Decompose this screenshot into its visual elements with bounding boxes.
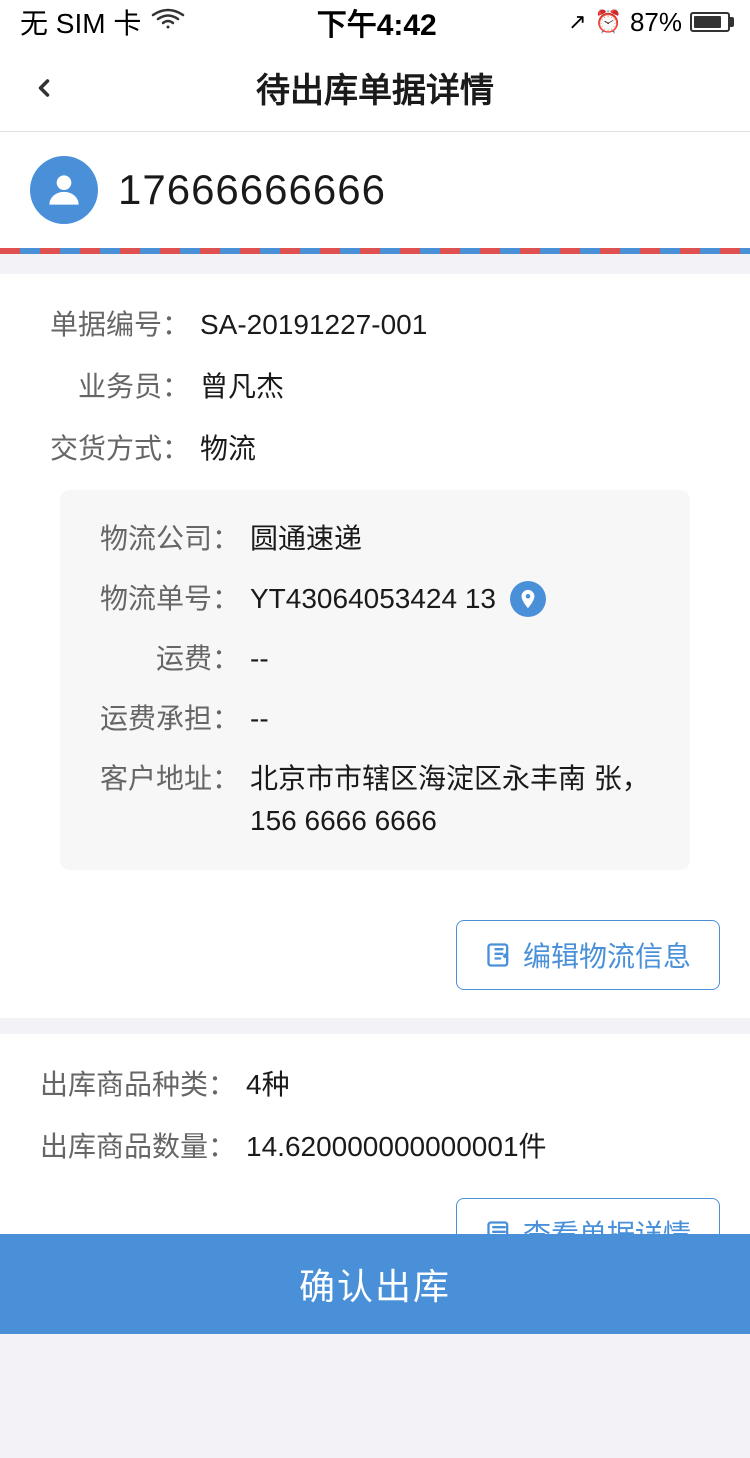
location-service-icon: ↗: [568, 9, 586, 35]
agent-row: 业务员： 曾凡杰: [40, 366, 710, 408]
logistics-tracking-value: YT43064053424 13: [250, 578, 660, 620]
logistics-tracking-label: 物流单号：: [90, 578, 250, 620]
back-button[interactable]: [24, 68, 64, 108]
wifi-icon: [151, 6, 185, 38]
logistics-company-row: 物流公司： 圆通速递: [90, 518, 660, 560]
status-bar: 无 SIM 卡 下午4:42 ↗ ⏰ 87%: [0, 0, 750, 44]
delivery-value: 物流: [200, 428, 710, 470]
edit-logistics-label: 编辑物流信息: [523, 935, 691, 975]
logistics-section: 物流公司： 圆通速递 物流单号： YT43064053424 13 运费： --…: [60, 490, 690, 870]
order-info-section: 单据编号： SA-20191227-001 业务员： 曾凡杰 交货方式： 物流 …: [0, 274, 750, 900]
delivery-label: 交货方式：: [40, 428, 200, 470]
freight-row: 运费： --: [90, 638, 660, 680]
page-title: 待出库单据详情: [256, 63, 494, 112]
delivery-row: 交货方式： 物流: [40, 428, 710, 470]
status-left: 无 SIM 卡: [20, 2, 185, 42]
logistics-company-label: 物流公司：: [90, 518, 250, 560]
product-type-label: 出库商品种类：: [40, 1064, 246, 1106]
logistics-company-value: 圆通速递: [250, 518, 660, 560]
product-quantity-label: 出库商品数量：: [40, 1126, 246, 1168]
nav-bar: 待出库单据详情: [0, 44, 750, 132]
freight-label: 运费：: [90, 638, 250, 680]
product-section: 出库商品种类： 4种 出库商品数量： 14.620000000000001件: [0, 1034, 750, 1188]
product-quantity-row: 出库商品数量： 14.620000000000001件: [40, 1126, 710, 1168]
confirm-button-bar[interactable]: 确认出库: [0, 1234, 750, 1334]
user-header: 17666666666: [0, 132, 750, 248]
edit-logistics-button[interactable]: 编辑物流信息: [456, 920, 720, 990]
product-type-value: 4种: [246, 1064, 710, 1106]
dashed-divider: [0, 248, 750, 254]
edit-btn-row: 编辑物流信息: [0, 900, 750, 1018]
confirm-button-label: 确认出库: [299, 1258, 451, 1310]
product-type-row: 出库商品种类： 4种: [40, 1064, 710, 1106]
logistics-tracking-row: 物流单号： YT43064053424 13: [90, 578, 660, 620]
order-number-label: 单据编号：: [40, 304, 200, 346]
agent-label: 业务员：: [40, 366, 200, 408]
freight-bear-value: --: [250, 698, 660, 740]
battery-icon: [690, 12, 730, 32]
section-divider: [0, 1018, 750, 1034]
address-label: 客户地址：: [90, 758, 250, 800]
battery-percent: 87%: [630, 7, 682, 38]
avatar: [30, 156, 98, 224]
carrier-label: 无 SIM 卡: [20, 2, 141, 42]
user-phone: 17666666666: [118, 166, 386, 214]
agent-value: 曾凡杰: [200, 366, 710, 408]
status-time: 下午4:42: [317, 0, 437, 44]
status-right: ↗ ⏰ 87%: [568, 7, 730, 38]
freight-bear-label: 运费承担：: [90, 698, 250, 740]
alarm-icon: ⏰: [595, 9, 622, 35]
order-number-row: 单据编号： SA-20191227-001: [40, 304, 710, 346]
product-quantity-value: 14.620000000000001件: [246, 1126, 710, 1168]
tracking-location-icon[interactable]: [510, 581, 546, 617]
freight-bear-row: 运费承担： --: [90, 698, 660, 740]
address-row: 客户地址： 北京市市辖区海淀区永丰南 张，156 6666 6666: [90, 758, 660, 842]
freight-value: --: [250, 638, 660, 680]
order-number-value: SA-20191227-001: [200, 304, 710, 346]
address-value: 北京市市辖区海淀区永丰南 张，156 6666 6666: [250, 758, 660, 842]
